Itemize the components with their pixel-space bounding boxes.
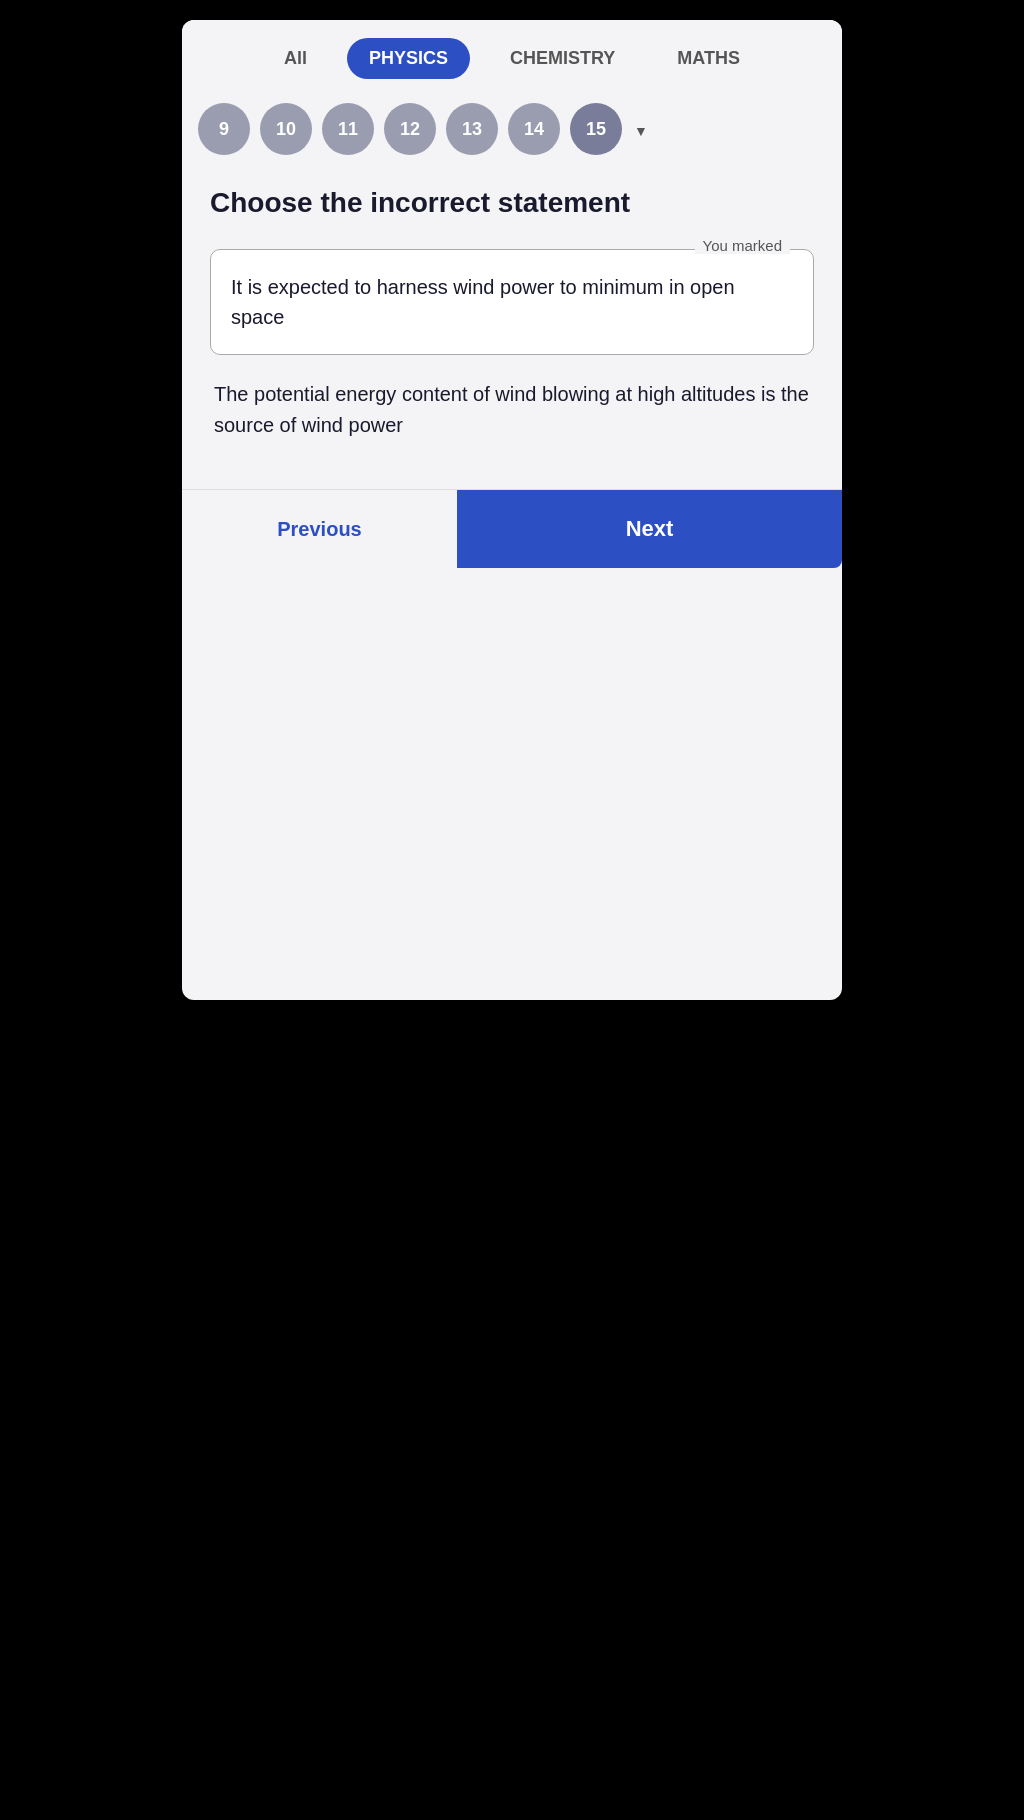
dropdown-arrow-icon: ▼: [634, 123, 648, 139]
num-11[interactable]: 11: [322, 103, 374, 155]
next-button[interactable]: Next: [457, 490, 842, 568]
tab-maths[interactable]: MATHS: [655, 38, 762, 79]
num-12[interactable]: 12: [384, 103, 436, 155]
marked-container: You marked It is expected to harness win…: [210, 249, 814, 355]
tab-physics[interactable]: PHYSICS: [347, 38, 470, 79]
num-15[interactable]: 15: [570, 103, 622, 155]
marked-box: It is expected to harness wind power to …: [210, 249, 814, 355]
marked-answer-text: It is expected to harness wind power to …: [231, 272, 793, 332]
bottom-buttons: Previous Next: [182, 489, 842, 568]
main-content: Choose the incorrect statement You marke…: [182, 161, 842, 489]
num-14[interactable]: 14: [508, 103, 560, 155]
subject-tabs: All PHYSICS CHEMISTRY MATHS: [182, 20, 842, 93]
num-13[interactable]: 13: [446, 103, 498, 155]
question-title: Choose the incorrect statement: [210, 185, 814, 221]
tab-all[interactable]: All: [262, 38, 329, 79]
num-10[interactable]: 10: [260, 103, 312, 155]
num-9[interactable]: 9: [198, 103, 250, 155]
previous-button[interactable]: Previous: [182, 490, 457, 568]
tab-chemistry[interactable]: CHEMISTRY: [488, 38, 637, 79]
number-row: 9 10 11 12 13 14 15 ▼: [182, 93, 842, 161]
correct-answer-text: The potential energy content of wind blo…: [210, 379, 814, 441]
you-marked-label: You marked: [695, 237, 791, 254]
phone-screen: All PHYSICS CHEMISTRY MATHS 9 10 11 12 1…: [182, 20, 842, 1000]
